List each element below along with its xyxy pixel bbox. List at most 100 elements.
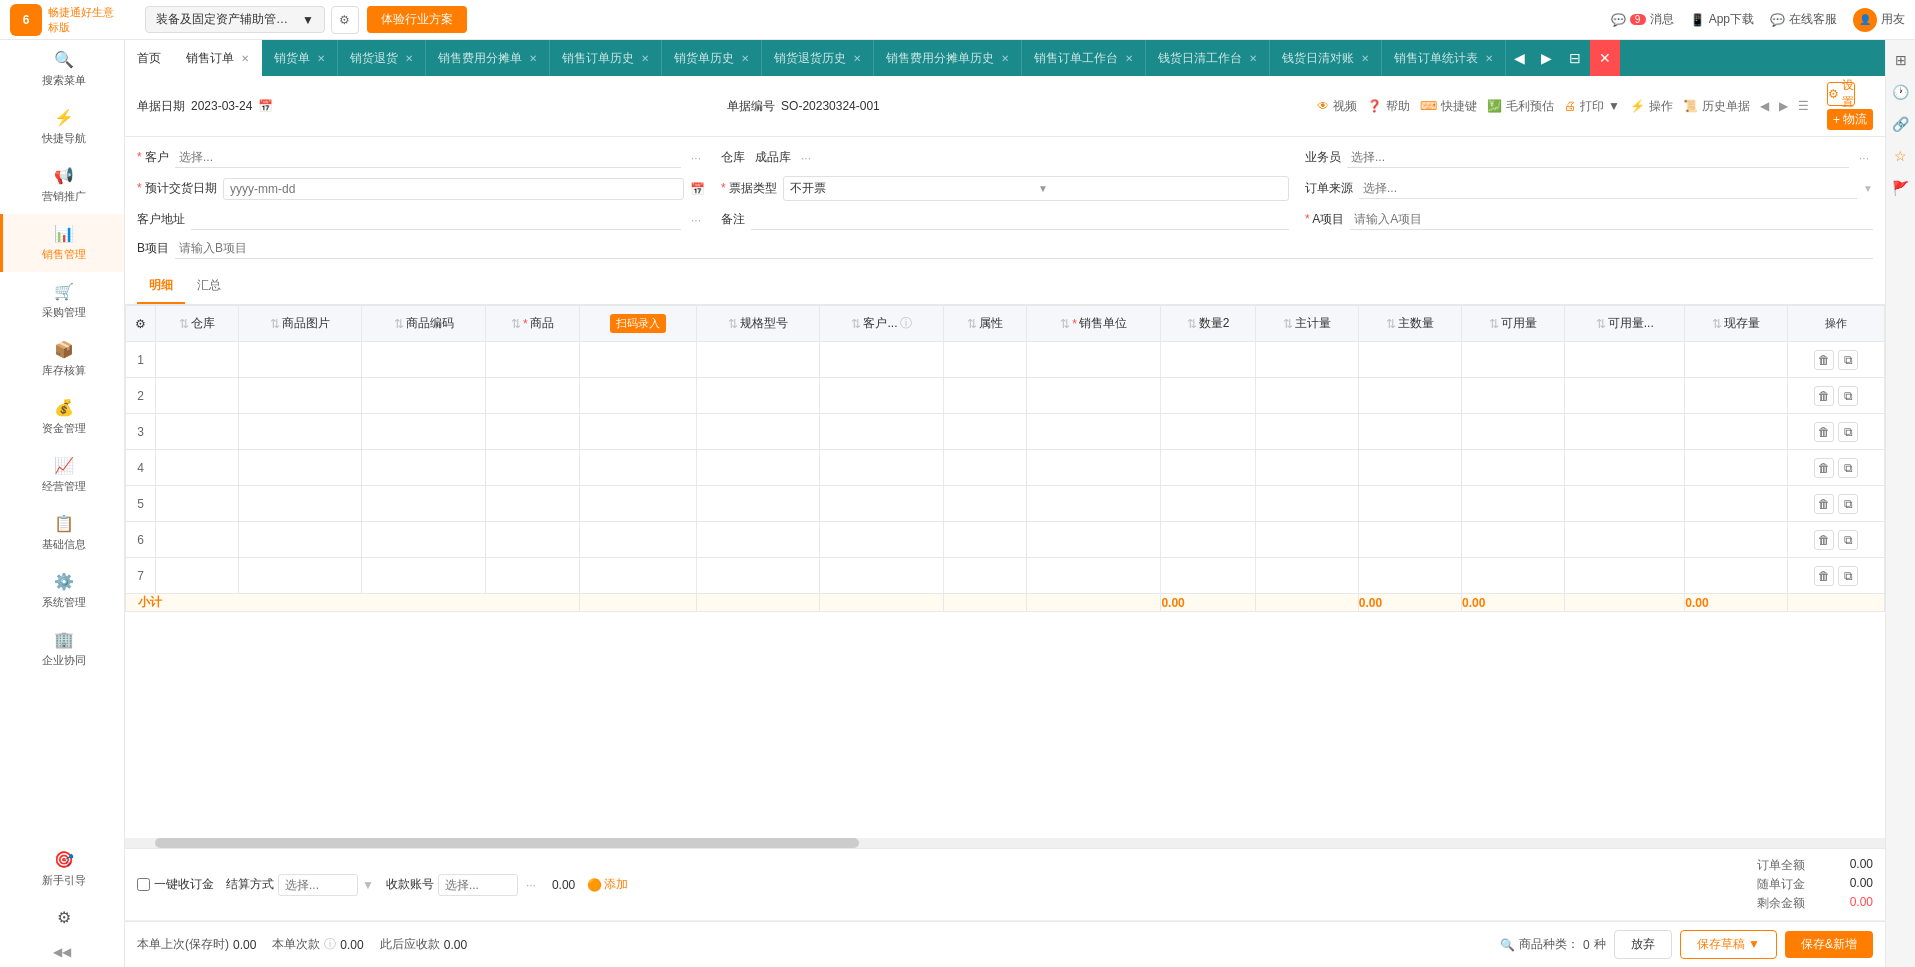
user-menu[interactable]: 👤 用友 — [1853, 8, 1905, 32]
toolbar-shortcut[interactable]: ⌨ 快捷键 — [1420, 98, 1477, 115]
row-delete-button[interactable]: 🗑 — [1814, 530, 1834, 550]
cell-current-stock[interactable] — [1685, 558, 1788, 594]
cell-warehouse[interactable] — [156, 486, 239, 522]
right-panel-flag[interactable]: 🚩 — [1889, 176, 1913, 200]
tab-close-cash-daily[interactable]: ✕ — [1249, 53, 1257, 64]
tab-order-history[interactable]: 销售订单历史 ✕ — [550, 40, 662, 76]
salesperson-input[interactable] — [1347, 147, 1849, 168]
cell-spec[interactable] — [696, 414, 819, 450]
form-settings-button[interactable]: ⚙ 设置 — [1827, 82, 1855, 106]
delivery-date-input[interactable] — [223, 178, 684, 200]
sidebar-item-operations[interactable]: 📈 经营管理 — [0, 446, 124, 504]
cell-product[interactable] — [485, 522, 579, 558]
tab-sales-order[interactable]: 销售订单 ✕ — [174, 40, 262, 76]
scroll-thumb[interactable] — [155, 838, 859, 848]
cell-product[interactable] — [485, 450, 579, 486]
cell-warehouse[interactable] — [156, 342, 239, 378]
receipt-account-input[interactable] — [438, 874, 518, 896]
cell-main-quantity[interactable] — [1358, 378, 1461, 414]
tab-close-return-history[interactable]: ✕ — [853, 53, 861, 64]
cell-quantity2[interactable] — [1161, 558, 1255, 594]
cell-current-stock[interactable] — [1685, 414, 1788, 450]
cell-main-unit[interactable] — [1255, 450, 1358, 486]
cell-spec[interactable] — [696, 450, 819, 486]
add-payment-button[interactable]: 🟠 添加 — [587, 876, 628, 893]
th-settings[interactable]: ⚙ — [126, 306, 156, 342]
sidebar-item-sales[interactable]: 📊 销售管理 — [0, 214, 124, 272]
tab-fee-split[interactable]: 销售费用分摊单 ✕ — [426, 40, 550, 76]
cell-product-code[interactable] — [362, 378, 485, 414]
cell-attribute[interactable] — [943, 342, 1026, 378]
settlement-method-input[interactable] — [278, 874, 358, 896]
tab-home[interactable]: 首页 — [125, 40, 174, 76]
row-delete-button[interactable]: 🗑 — [1814, 458, 1834, 478]
cell-available[interactable] — [1461, 486, 1564, 522]
tab-close-order-workbench[interactable]: ✕ — [1125, 53, 1133, 64]
cell-product-code[interactable] — [362, 522, 485, 558]
cell-main-unit[interactable] — [1255, 558, 1358, 594]
system-selector[interactable]: 装备及固定资产辅助管理系统 ▼ — [145, 6, 325, 33]
sidebar-item-marketing[interactable]: 📢 营销推广 — [0, 156, 124, 214]
cell-main-quantity[interactable] — [1358, 486, 1461, 522]
cell-available[interactable] — [1461, 522, 1564, 558]
cell-available[interactable] — [1461, 558, 1564, 594]
cell-available[interactable] — [1461, 450, 1564, 486]
sidebar-item-enterprise[interactable]: 🏢 企业协同 — [0, 620, 124, 678]
cell-current-stock[interactable] — [1685, 486, 1788, 522]
sidebar-settings-button[interactable]: ⚙ — [0, 898, 124, 937]
tab-close-fee-split[interactable]: ✕ — [529, 53, 537, 64]
cell-product-code[interactable] — [362, 558, 485, 594]
cell-attribute[interactable] — [943, 486, 1026, 522]
tab-fee-split-history[interactable]: 销售费用分摊单历史 ✕ — [874, 40, 1022, 76]
tab-next-button[interactable]: ▶ — [1533, 40, 1560, 76]
cell-available2[interactable] — [1565, 342, 1685, 378]
toolbar-view[interactable]: 👁 视频 — [1317, 98, 1357, 115]
cell-current-stock[interactable] — [1685, 378, 1788, 414]
cell-attribute[interactable] — [943, 450, 1026, 486]
sidebar-item-inventory[interactable]: 📦 库存核算 — [0, 330, 124, 388]
sidebar-item-search[interactable]: 🔍 搜索菜单 — [0, 40, 124, 98]
cell-quantity2[interactable] — [1161, 378, 1255, 414]
cell-product[interactable] — [485, 342, 579, 378]
cell-product-code[interactable] — [362, 342, 485, 378]
toolbar-print[interactable]: 🖨 打印 ▼ — [1564, 98, 1620, 115]
row-copy-button[interactable]: ⧉ — [1838, 566, 1858, 586]
cell-available[interactable] — [1461, 414, 1564, 450]
horizontal-scrollbar[interactable] — [125, 838, 1885, 848]
cell-quantity2[interactable] — [1161, 342, 1255, 378]
cell-available2[interactable] — [1565, 522, 1685, 558]
detail-tab-detail[interactable]: 明细 — [137, 269, 185, 304]
cell-product[interactable] — [485, 378, 579, 414]
cell-attribute[interactable] — [943, 522, 1026, 558]
warehouse-dots[interactable]: ··· — [797, 151, 815, 165]
sidebar-collapse-button[interactable]: ◀◀ — [0, 937, 124, 967]
tab-action-split[interactable]: ⊟ — [1560, 40, 1590, 76]
cell-customer-info[interactable] — [820, 414, 944, 450]
cell-quantity2[interactable] — [1161, 486, 1255, 522]
row-delete-button[interactable]: 🗑 — [1814, 350, 1834, 370]
gear-button[interactable]: ⚙ — [331, 6, 359, 34]
discard-button[interactable]: 放弃 — [1614, 930, 1672, 959]
notes-input[interactable] — [751, 209, 1289, 230]
sidebar-item-finance[interactable]: 💰 资金管理 — [0, 388, 124, 446]
cell-customer-info[interactable] — [820, 486, 944, 522]
cell-attribute[interactable] — [943, 378, 1026, 414]
online-service-button[interactable]: 💬 在线客服 — [1770, 11, 1837, 28]
cell-main-unit[interactable] — [1255, 414, 1358, 450]
toolbar-nav-next[interactable]: ▶ — [1779, 99, 1788, 113]
toolbar-profit[interactable]: 💹 毛利预估 — [1487, 98, 1554, 115]
toolbar-history[interactable]: 📜 历史单据 — [1683, 98, 1750, 115]
row-copy-button[interactable]: ⧉ — [1838, 494, 1858, 514]
industry-button[interactable]: 体验行业方案 — [367, 6, 467, 33]
cell-current-stock[interactable] — [1685, 450, 1788, 486]
one-click-deposit-input[interactable] — [137, 878, 150, 891]
cell-main-quantity[interactable] — [1358, 450, 1461, 486]
cell-quantity2[interactable] — [1161, 450, 1255, 486]
receipt-dots[interactable]: ··· — [522, 878, 540, 892]
cell-available[interactable] — [1461, 378, 1564, 414]
salesperson-dots[interactable]: ··· — [1855, 151, 1873, 165]
cell-customer-info[interactable] — [820, 378, 944, 414]
cell-attribute[interactable] — [943, 414, 1026, 450]
cell-sales-unit[interactable] — [1026, 558, 1161, 594]
cell-quantity2[interactable] — [1161, 522, 1255, 558]
